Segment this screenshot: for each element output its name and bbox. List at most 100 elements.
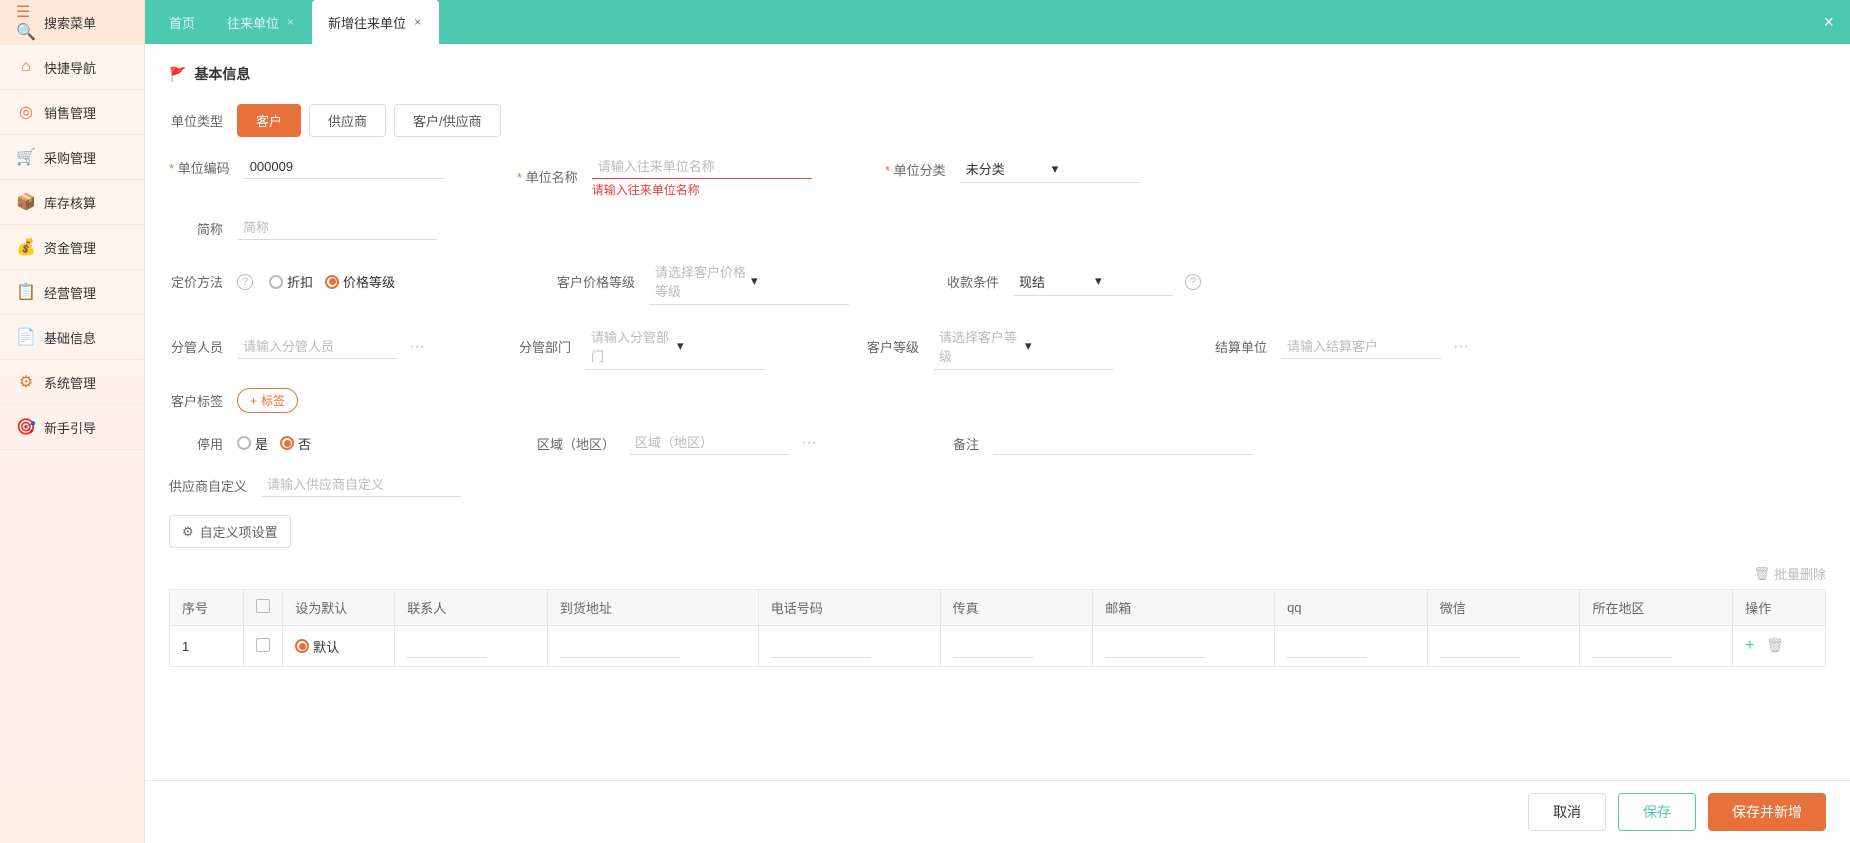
custom-settings-button[interactable]: ⚙ 自定义项设置: [169, 515, 291, 548]
settlement-input[interactable]: [1281, 335, 1441, 359]
tab-home[interactable]: 首页: [153, 0, 211, 44]
tab-partners-close[interactable]: ×: [285, 15, 296, 29]
col-qq: qq: [1275, 590, 1428, 626]
row-qq[interactable]: [1275, 626, 1428, 667]
row-address[interactable]: [547, 626, 758, 667]
disabled-yes-radio[interactable]: 是: [237, 434, 268, 453]
unit-name-input-wrap: 请输入往来单位名称: [592, 155, 857, 198]
supplier-custom-input[interactable]: [261, 473, 461, 497]
sidebar-item-system[interactable]: ⚙ 系统管理: [0, 360, 144, 405]
save-button[interactable]: 保存: [1618, 793, 1696, 831]
unit-category-select[interactable]: 未分类 ▾: [960, 155, 1140, 183]
sales-icon: ◎: [16, 102, 36, 122]
manager-input[interactable]: [237, 335, 397, 359]
purchase-icon: 🛒: [16, 147, 36, 167]
row-wechat[interactable]: [1427, 626, 1580, 667]
customer-price-level-field: 客户价格等级 请选择客户价格等级 ▾: [557, 258, 917, 305]
unit-name-field: 单位名称 请输入往来单位名称: [517, 155, 857, 198]
row-region[interactable]: [1580, 626, 1733, 667]
customer-price-select[interactable]: 请选择客户价格等级 ▾: [649, 258, 849, 305]
sidebar-item-finance[interactable]: 💰 资金管理: [0, 225, 144, 270]
window-close-button[interactable]: ×: [1815, 12, 1842, 33]
region-input[interactable]: [629, 431, 789, 455]
row-address-input[interactable]: [560, 634, 680, 658]
sidebar-item-search[interactable]: ☰🔍 搜索菜单: [0, 0, 144, 45]
header-checkbox[interactable]: [256, 599, 270, 613]
pricing-level-radio[interactable]: 价格等级: [325, 272, 395, 291]
unit-type-row: 单位类型 客户 供应商 客户/供应商: [169, 104, 1826, 137]
row-contact[interactable]: [395, 626, 548, 667]
department-label: 分管部门: [517, 337, 577, 356]
level-radio-circle: [325, 275, 339, 289]
col-wechat: 微信: [1427, 590, 1580, 626]
sidebar: ☰🔍 搜索菜单 ⌂ 快捷导航 ◎ 销售管理 🛒 采购管理 📦 库存核算 💰 资金…: [0, 0, 145, 843]
payment-terms-select[interactable]: 现结 ▾: [1013, 268, 1173, 296]
row-qq-input[interactable]: [1287, 634, 1367, 658]
operations-icon: 📋: [16, 282, 36, 302]
manager-more-btn[interactable]: ···: [405, 338, 429, 356]
sidebar-item-sales[interactable]: ◎ 销售管理: [0, 90, 144, 135]
row-delete-btn[interactable]: 🗑: [1766, 637, 1784, 653]
row-fax-input[interactable]: [953, 634, 1033, 658]
unit-code-input-wrap: [244, 155, 489, 179]
sidebar-item-inventory[interactable]: 📦 库存核算: [0, 180, 144, 225]
row-checkbox-cell: [244, 626, 283, 667]
tab-partners-label: 往来单位: [227, 13, 279, 32]
tab-new-partner[interactable]: 新增往来单位 ×: [312, 0, 439, 44]
tab-new-partner-close[interactable]: ×: [412, 15, 423, 29]
search-icon: ☰🔍: [16, 12, 36, 32]
row-default-dot: [299, 643, 306, 650]
payment-terms-help-icon[interactable]: ?: [1185, 274, 1201, 290]
guide-icon: 🎯: [16, 417, 36, 437]
region-label: 区域（地区）: [537, 434, 621, 453]
col-fax: 传真: [940, 590, 1093, 626]
sidebar-item-operations[interactable]: 📋 经营管理: [0, 270, 144, 315]
row-add-btn[interactable]: +: [1745, 637, 1754, 654]
row-default-radio[interactable]: 默认: [295, 637, 382, 656]
unit-code-input[interactable]: [244, 155, 444, 179]
cancel-button[interactable]: 取消: [1528, 793, 1606, 831]
row-phone[interactable]: [758, 626, 940, 667]
row-region-input[interactable]: [1592, 634, 1672, 658]
unit-type-supplier-btn[interactable]: 供应商: [309, 104, 386, 137]
save-and-new-button[interactable]: 保存并新增: [1708, 793, 1826, 831]
settlement-more-btn[interactable]: ···: [1449, 338, 1473, 356]
sidebar-item-quicknav[interactable]: ⌂ 快捷导航: [0, 45, 144, 90]
abbr-row: 简称: [169, 216, 1826, 240]
pricing-help-icon[interactable]: ?: [237, 274, 253, 290]
unit-type-both-btn[interactable]: 客户/供应商: [394, 104, 501, 137]
row-wechat-input[interactable]: [1440, 634, 1520, 658]
finance-icon: 💰: [16, 237, 36, 257]
sidebar-item-basic[interactable]: 📄 基础信息: [0, 315, 144, 360]
disabled-no-label: 否: [298, 434, 311, 453]
row-contact-input[interactable]: [407, 634, 487, 658]
remarks-input[interactable]: [993, 431, 1253, 455]
sidebar-item-guide[interactable]: 🎯 新手引导: [0, 405, 144, 450]
unit-type-customer-btn[interactable]: 客户: [237, 104, 301, 137]
batch-delete-btn[interactable]: 🗑 批量删除: [169, 564, 1826, 583]
tab-partners[interactable]: 往来单位 ×: [211, 0, 312, 44]
tab-new-partner-label: 新增往来单位: [328, 13, 406, 32]
sidebar-item-label: 销售管理: [44, 103, 96, 122]
region-more-btn[interactable]: ···: [797, 434, 821, 452]
disabled-no-radio[interactable]: 否: [280, 434, 311, 453]
col-check: [244, 590, 283, 626]
sidebar-item-label: 搜索菜单: [44, 13, 96, 32]
add-tag-button[interactable]: + 标签: [237, 388, 298, 413]
footer: 取消 保存 保存并新增: [145, 780, 1850, 843]
customer-level-select[interactable]: 请选择客户等级 ▾: [933, 323, 1113, 370]
unit-name-input[interactable]: [592, 155, 812, 179]
row-checkbox[interactable]: [256, 638, 270, 652]
manager-field: 分管人员 ···: [169, 335, 489, 359]
department-select[interactable]: 请输入分管部门 ▾: [585, 323, 765, 370]
pricing-discount-radio[interactable]: 折扣: [269, 272, 313, 291]
row-fax[interactable]: [940, 626, 1093, 667]
row-email-input[interactable]: [1105, 634, 1205, 658]
sidebar-item-purchase[interactable]: 🛒 采购管理: [0, 135, 144, 180]
abbr-input[interactable]: [237, 216, 437, 240]
col-address: 到货地址: [547, 590, 758, 626]
col-email: 邮箱: [1093, 590, 1275, 626]
supplier-custom-label: 供应商自定义: [169, 476, 253, 495]
row-email[interactable]: [1093, 626, 1275, 667]
row-phone-input[interactable]: [771, 634, 871, 658]
